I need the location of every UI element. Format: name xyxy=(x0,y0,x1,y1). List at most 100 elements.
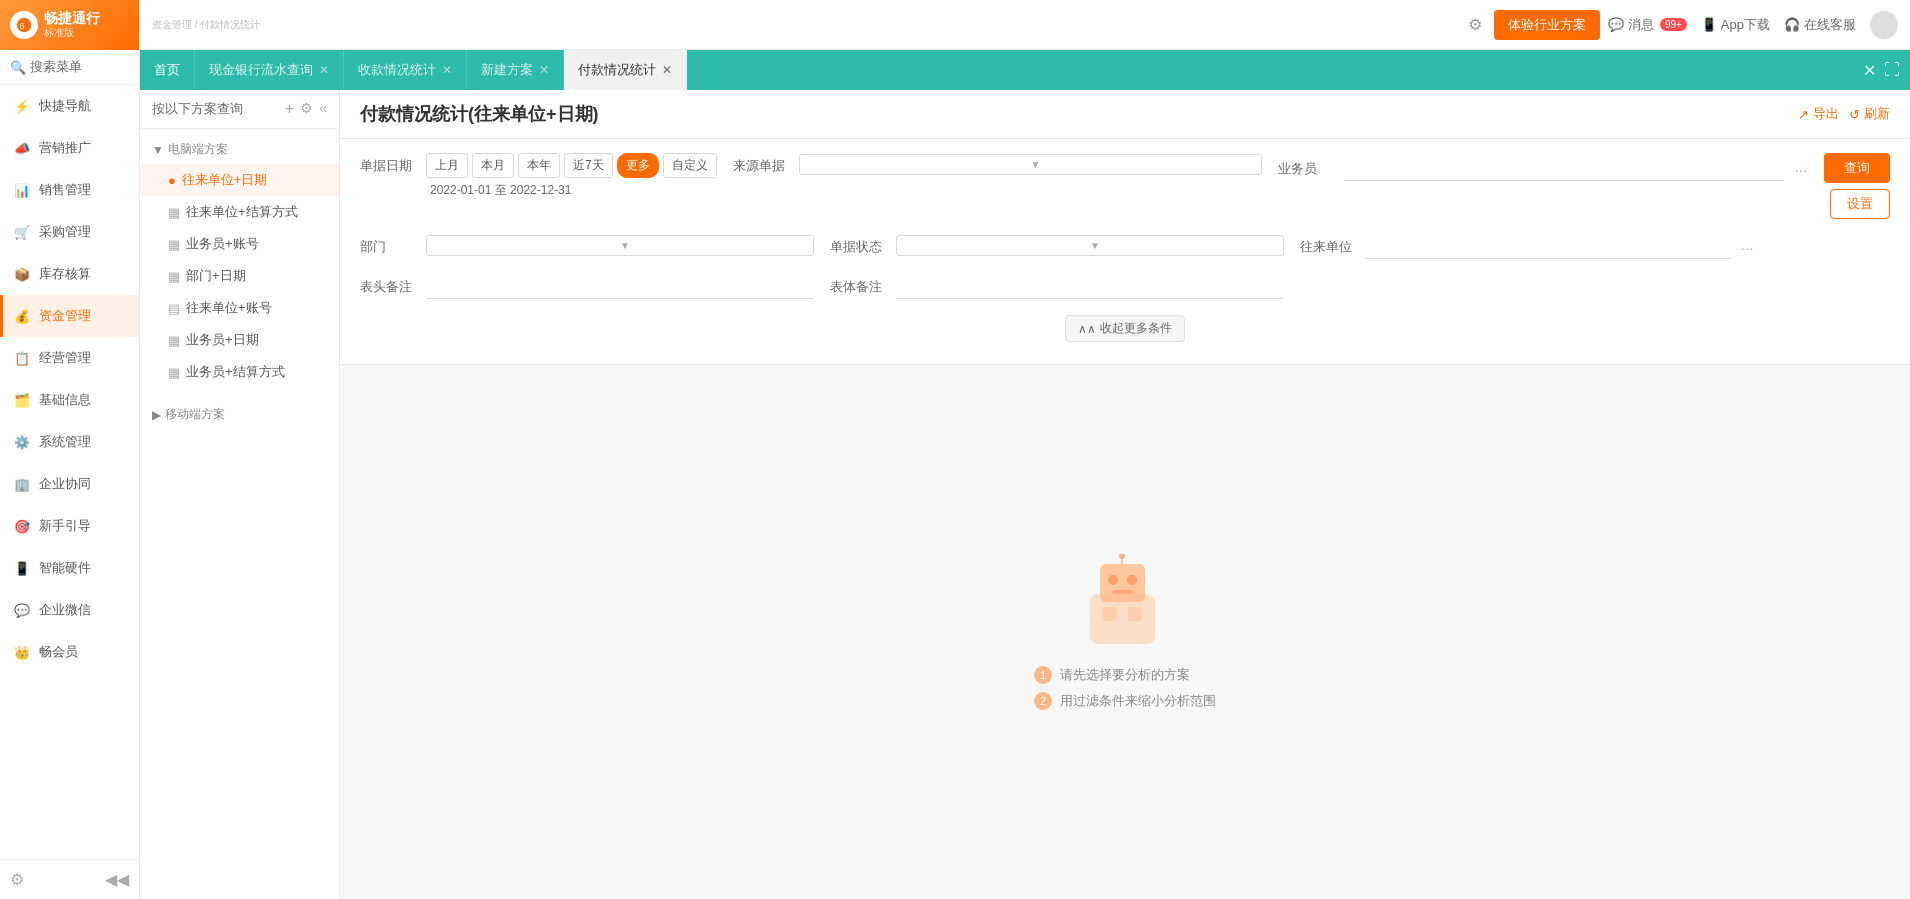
partner-input[interactable] xyxy=(1366,233,1730,256)
svg-point-4 xyxy=(1108,575,1118,585)
scheme-item-label-salesman_date: 业务员+日期 xyxy=(186,331,259,349)
scheme-item-partner_date[interactable]: ●往来单位+日期 xyxy=(140,164,339,196)
sidebar-item-finance[interactable]: 💰 资金管理 xyxy=(0,295,139,337)
sidebar-item-hardware[interactable]: 📱 智能硬件 xyxy=(0,547,139,589)
scheme-group-arrow-desktop: ▼ xyxy=(152,143,164,157)
voucher-status-arrow-icon: ▼ xyxy=(1090,240,1275,251)
tab-home[interactable]: 首页 xyxy=(140,50,195,90)
table-header-note-input[interactable] xyxy=(426,273,814,296)
app-download-button[interactable]: 📱 App下载 xyxy=(1701,16,1770,34)
sidebar-item-guide[interactable]: 🎯 新手引导 xyxy=(0,505,139,547)
purchase-nav-icon: 🛒 xyxy=(13,223,31,241)
scheme-item-salesman_settlement[interactable]: ▦业务员+结算方式 xyxy=(140,356,339,388)
sidebar-item-corp[interactable]: 🏢 企业协同 xyxy=(0,463,139,505)
date-btn-this-year[interactable]: 本年 xyxy=(518,153,560,178)
sidebar-item-basic[interactable]: 🗂️ 基础信息 xyxy=(0,379,139,421)
table-body-note-input[interactable] xyxy=(896,273,1284,296)
salesman-more-icon[interactable]: … xyxy=(1794,159,1808,175)
filter-settings-button[interactable]: 设置 xyxy=(1830,189,1890,219)
table-body-note-label: 表体备注 xyxy=(830,274,890,296)
filter-query-col: 查询 设置 xyxy=(1824,153,1890,219)
scheme-group-title-desktop[interactable]: ▼电脑端方案 xyxy=(140,135,339,164)
sidebar-item-operation[interactable]: 📋 经营管理 xyxy=(0,337,139,379)
tip-1-text: 请先选择要分析的方案 xyxy=(1060,666,1190,684)
export-icon: ↗ xyxy=(1798,107,1809,122)
date-btn-this-month[interactable]: 本月 xyxy=(472,153,514,178)
partner-more-icon[interactable]: … xyxy=(1740,237,1754,253)
tabs-container: 首页现金银行流水查询✕收款情况统计✕新建方案✕付款情况统计✕ xyxy=(140,50,687,90)
tab-payment_stat[interactable]: 付款情况统计✕ xyxy=(564,50,687,90)
svg-rect-7 xyxy=(1103,607,1117,621)
scheme-item-icon-partner_date: ● xyxy=(168,173,176,188)
tab-close-cashflow[interactable]: ✕ xyxy=(319,63,329,77)
search-icon: 🔍 xyxy=(10,60,26,75)
trial-button[interactable]: 体验行业方案 xyxy=(1494,10,1600,40)
salesman-input[interactable] xyxy=(1344,155,1784,178)
collapse-sidebar-icon[interactable]: ◀◀ xyxy=(105,870,129,889)
scheme-item-dept_date[interactable]: ▦部门+日期 xyxy=(140,260,339,292)
page-header-actions: ↗ 导出 ↺ 刷新 xyxy=(1798,105,1890,123)
download-icon: 📱 xyxy=(1701,17,1717,32)
scheme-item-salesman_date[interactable]: ▦业务员+日期 xyxy=(140,324,339,356)
quicknav-nav-icon: ⚡ xyxy=(13,97,31,115)
purchase-nav-label: 采购管理 xyxy=(39,223,91,241)
scheme-item-salesman_account[interactable]: ▦业务员+账号 xyxy=(140,228,339,260)
tab-close-new_scheme[interactable]: ✕ xyxy=(539,63,549,77)
page-header: 付款情况统计(往来单位+日期) ↗ 导出 ↺ 刷新 xyxy=(340,90,1910,139)
scheme-settings-icon[interactable]: ⚙ xyxy=(300,100,313,118)
scheme-item-partner_settlement[interactable]: ▦往来单位+结算方式 xyxy=(140,196,339,228)
online-service-button[interactable]: 🎧 在线客服 xyxy=(1784,16,1856,34)
tip-2-num: 2 xyxy=(1034,692,1052,710)
tab-cashflow[interactable]: 现金银行流水查询✕ xyxy=(195,50,344,90)
svg-point-10 xyxy=(1119,554,1125,559)
tip-1-num: 1 xyxy=(1034,666,1052,684)
maximize-icon[interactable]: ⛶ xyxy=(1884,61,1900,79)
tab-new_scheme[interactable]: 新建方案✕ xyxy=(467,50,564,90)
export-button[interactable]: ↗ 导出 xyxy=(1798,105,1839,123)
scheme-item-icon-dept_date: ▦ xyxy=(168,269,180,284)
date-btn-last-month[interactable]: 上月 xyxy=(426,153,468,178)
tab-label-receipt_stat: 收款情况统计 xyxy=(358,61,436,79)
sidebar-item-purchase[interactable]: 🛒 采购管理 xyxy=(0,211,139,253)
partner-label: 往来单位 xyxy=(1300,234,1360,256)
messages-button[interactable]: 💬 消息 99+ xyxy=(1608,16,1687,34)
voucher-status-select[interactable]: ▼ xyxy=(896,235,1284,256)
scheme-panel-actions: + ⚙ « xyxy=(285,100,327,118)
sidebar-item-quicknav[interactable]: ⚡ 快捷导航 xyxy=(0,85,139,127)
collapse-more-conditions-button[interactable]: ∧∧ 收起更多条件 xyxy=(1065,315,1185,342)
add-scheme-icon[interactable]: + xyxy=(285,100,294,118)
sales-nav-label: 销售管理 xyxy=(39,181,91,199)
voucher-status-label: 单据状态 xyxy=(830,234,890,256)
right-content: 付款情况统计(往来单位+日期) ↗ 导出 ↺ 刷新 xyxy=(340,90,1910,899)
scheme-item-label-salesman_settlement: 业务员+结算方式 xyxy=(186,363,285,381)
collapse-scheme-icon[interactable]: « xyxy=(319,100,327,118)
date-btn-last-7days[interactable]: 近7天 xyxy=(564,153,613,178)
date-btn-custom[interactable]: 自定义 xyxy=(663,153,717,178)
tab-receipt_stat[interactable]: 收款情况统计 ✕ xyxy=(344,50,467,90)
sidebar-item-wechat[interactable]: 💬 企业微信 xyxy=(0,589,139,631)
sidebar-item-sales[interactable]: 📊 销售管理 xyxy=(0,169,139,211)
scheme-item-label-partner_settlement: 往来单位+结算方式 xyxy=(186,203,298,221)
dept-arrow-icon: ▼ xyxy=(620,240,805,251)
source-voucher-select[interactable]: ▼ xyxy=(799,154,1263,175)
tab-close-receipt_stat[interactable]: ✕ xyxy=(442,63,452,77)
sidebar-item-marketing[interactable]: 📣 营销推广 xyxy=(0,127,139,169)
sidebar-item-system[interactable]: ⚙️ 系统管理 xyxy=(0,421,139,463)
dept-select[interactable]: ▼ xyxy=(426,235,814,256)
tab-close-payment_stat[interactable]: ✕ xyxy=(662,63,672,77)
settings-gear-icon[interactable]: ⚙ xyxy=(1468,15,1482,34)
tab-label-home: 首页 xyxy=(154,61,180,79)
scheme-group-title-mobile[interactable]: ▶移动端方案 xyxy=(140,400,339,429)
date-btn-more[interactable]: 更多 xyxy=(617,153,659,178)
scheme-item-partner_account[interactable]: ▤往来单位+账号 xyxy=(140,292,339,324)
sidebar-item-inventory[interactable]: 📦 库存核算 xyxy=(0,253,139,295)
topnav-actions: ⚙ 体验行业方案 xyxy=(1468,10,1600,40)
close-all-tabs-icon[interactable]: ✕ xyxy=(1863,61,1876,80)
query-button[interactable]: 查询 xyxy=(1824,153,1890,183)
settings-icon[interactable]: ⚙ xyxy=(10,870,24,889)
search-menu[interactable]: 🔍 搜索菜单 xyxy=(0,50,139,85)
avatar[interactable] xyxy=(1870,11,1898,39)
app-download-label: App下载 xyxy=(1721,16,1770,34)
sidebar-item-member[interactable]: 👑 畅会员 xyxy=(0,631,139,673)
refresh-button[interactable]: ↺ 刷新 xyxy=(1849,105,1890,123)
